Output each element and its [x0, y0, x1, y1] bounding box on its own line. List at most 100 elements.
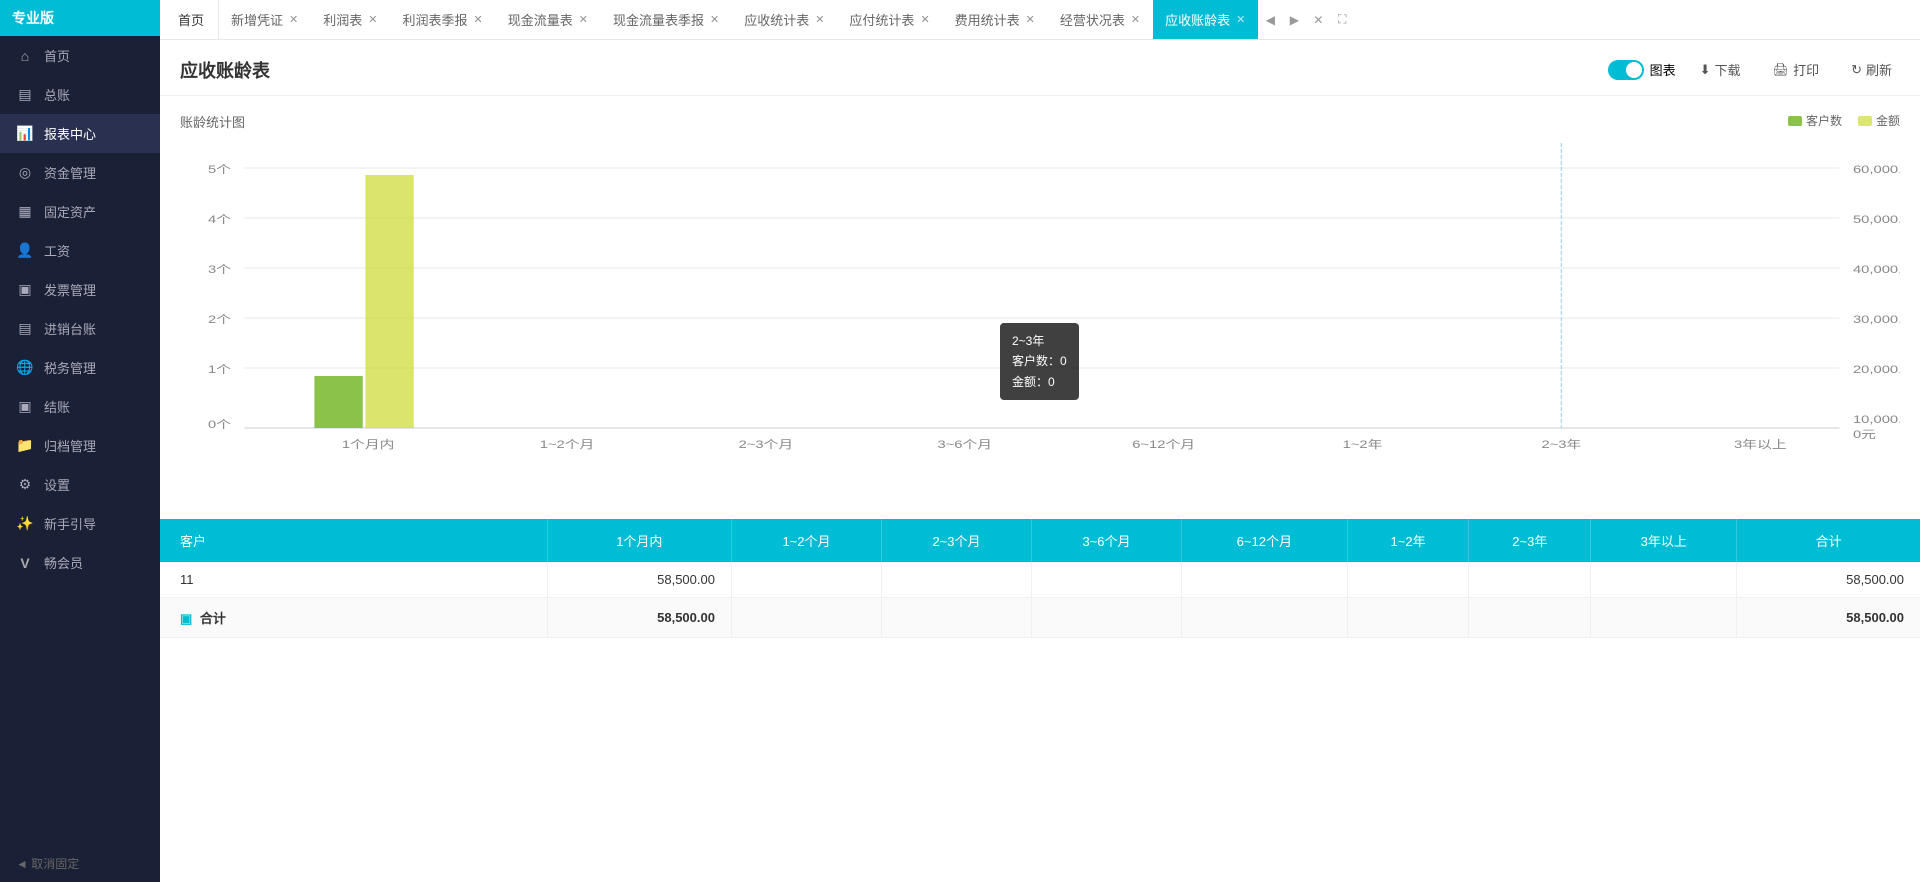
- col-month23: 2~3个月: [881, 519, 1031, 562]
- total-month1: 58,500.00: [547, 598, 731, 638]
- total-month23: [881, 598, 1031, 638]
- download-button[interactable]: ⬇ 下载: [1692, 56, 1749, 83]
- tab-cash-flow-quarterly[interactable]: 现金流量表季报 ✕: [601, 0, 732, 40]
- tab-close-icon[interactable]: ✕: [710, 13, 719, 26]
- payroll-icon: 👤: [16, 242, 34, 259]
- cell-month612: [1181, 562, 1347, 598]
- tab-close-icon[interactable]: ✕: [368, 13, 377, 26]
- legend-color-green: [1788, 116, 1802, 126]
- svg-text:1~2年: 1~2年: [1343, 438, 1383, 451]
- sidebar-item-fixed-assets[interactable]: ▦ 固定资产: [0, 192, 160, 231]
- chart-svg: 5个 4个 3个 2个 1个 0个 60,000.00元 50,000.00元 …: [180, 143, 1900, 503]
- total-total: 58,500.00: [1737, 598, 1920, 638]
- sidebar-item-tax-mgmt[interactable]: 🌐 税务管理: [0, 348, 160, 387]
- total-month612: [1181, 598, 1347, 638]
- table-header-row: 客户 1个月内 1~2个月 2~3个月 3~6个月 6~12个月 1~2年 2~…: [160, 519, 1920, 562]
- fixed-assets-icon: ▦: [16, 203, 34, 220]
- refresh-button[interactable]: ↻ 刷新: [1843, 56, 1900, 83]
- tab-ar-stats[interactable]: 应收统计表 ✕: [732, 0, 837, 40]
- purchase-sales-icon: ▤: [16, 320, 34, 337]
- table-total-row: ▣ 合计 58,500.00 58,500.00: [160, 598, 1920, 638]
- col-total: 合计: [1737, 519, 1920, 562]
- unpin-label: ◄ 取消固定: [16, 855, 79, 872]
- tab-close-icon[interactable]: ✕: [1026, 13, 1035, 26]
- tab-ar-aging[interactable]: 应收账龄表 ✕: [1153, 0, 1258, 40]
- refresh-label: 刷新: [1866, 60, 1892, 79]
- svg-text:4个: 4个: [208, 213, 231, 226]
- sidebar-item-beginner-guide[interactable]: ✨ 新手引导: [0, 504, 160, 543]
- sidebar-item-invoice-mgmt[interactable]: ▣ 发票管理: [0, 270, 160, 309]
- tab-expand[interactable]: ⛶: [1330, 0, 1354, 40]
- tab-close-icon[interactable]: ✕: [920, 13, 929, 26]
- col-year12: 1~2年: [1347, 519, 1469, 562]
- sidebar-item-label: 工资: [44, 241, 70, 260]
- tab-close-icon[interactable]: ✕: [474, 13, 483, 26]
- tab-close-all[interactable]: ✕: [1306, 0, 1330, 40]
- sidebar-item-payroll[interactable]: 👤 工资: [0, 231, 160, 270]
- legend-amount: 金额: [1858, 112, 1900, 129]
- sidebar-item-fund-mgmt[interactable]: ◎ 资金管理: [0, 153, 160, 192]
- total-label: ▣ 合计: [160, 598, 547, 638]
- sidebar-item-archive-mgmt[interactable]: 📁 归档管理: [0, 426, 160, 465]
- legend-label-amount: 金额: [1876, 112, 1900, 129]
- ledger-icon: ▤: [16, 86, 34, 103]
- tax-icon: 🌐: [16, 359, 34, 376]
- tab-nav-prev[interactable]: ◀: [1258, 0, 1282, 40]
- tab-new-voucher[interactable]: 新增凭证 ✕: [219, 0, 311, 40]
- report-icon: 📊: [16, 125, 34, 142]
- bar-count-1: [314, 376, 362, 428]
- chart-toggle[interactable]: 图表: [1608, 60, 1676, 80]
- tab-close-icon[interactable]: ✕: [1131, 13, 1140, 26]
- tab-business-status[interactable]: 经营状况表 ✕: [1048, 0, 1153, 40]
- col-month1: 1个月内: [547, 519, 731, 562]
- total-month36: [1031, 598, 1181, 638]
- tab-home[interactable]: 首页: [164, 0, 219, 40]
- sidebar-item-report-center[interactable]: 📊 报表中心: [0, 114, 160, 153]
- svg-text:3个: 3个: [208, 263, 231, 276]
- unpin-sidebar-button[interactable]: ◄ 取消固定: [0, 845, 160, 882]
- app-logo: 专业版: [0, 0, 160, 36]
- member-icon: V: [16, 555, 34, 571]
- sidebar-item-label: 发票管理: [44, 280, 96, 299]
- col-month612: 6~12个月: [1181, 519, 1347, 562]
- sidebar-item-home[interactable]: ⌂ 首页: [0, 36, 160, 75]
- tab-expense-stats[interactable]: 费用统计表 ✕: [943, 0, 1048, 40]
- sidebar-item-label: 畅会员: [44, 553, 83, 572]
- chart-title: 账龄统计图: [180, 112, 1900, 131]
- tab-close-icon[interactable]: ✕: [1236, 13, 1245, 26]
- sidebar-item-closing[interactable]: ▣ 结账: [0, 387, 160, 426]
- total-month12: [731, 598, 881, 638]
- tab-ap-stats[interactable]: 应付统计表 ✕: [837, 0, 942, 40]
- toggle-track: [1608, 60, 1644, 80]
- legend-label-count: 客户数: [1806, 112, 1842, 129]
- total-year12: [1347, 598, 1469, 638]
- sidebar-item-label: 报表中心: [44, 124, 96, 143]
- table-row: 11 58,500.00 58,500.00: [160, 562, 1920, 598]
- cell-month36: [1031, 562, 1181, 598]
- tab-close-icon[interactable]: ✕: [815, 13, 824, 26]
- toggle-thumb: [1626, 62, 1642, 78]
- sidebar-item-purchase-sales[interactable]: ▤ 进销台账: [0, 309, 160, 348]
- tab-profit-quarterly[interactable]: 利润表季报 ✕: [390, 0, 495, 40]
- cell-month23: [881, 562, 1031, 598]
- legend-customer-count: 客户数: [1788, 112, 1842, 129]
- download-icon: ⬇: [1700, 62, 1711, 78]
- col-month12: 1~2个月: [731, 519, 881, 562]
- tab-close-icon[interactable]: ✕: [579, 13, 588, 26]
- table-wrapper: 客户 1个月内 1~2个月 2~3个月 3~6个月 6~12个月 1~2年 2~…: [160, 519, 1920, 882]
- tab-nav-next[interactable]: ▶: [1282, 0, 1306, 40]
- sidebar-item-label: 税务管理: [44, 358, 96, 377]
- print-button[interactable]: 🖨 打印: [1765, 56, 1828, 83]
- sidebar-item-ledger[interactable]: ▤ 总账: [0, 75, 160, 114]
- sidebar-item-member[interactable]: V 畅会员: [0, 543, 160, 582]
- chart-area: 账龄统计图 客户数 金额 5个 4个 3个 2个: [160, 96, 1920, 519]
- sidebar: 专业版 ⌂ 首页 ▤ 总账 📊 报表中心 ◎ 资金管理 ▦ 固定资产 👤 工资 …: [0, 0, 160, 882]
- closing-icon: ▣: [16, 398, 34, 415]
- sidebar-item-settings[interactable]: ⚙ 设置: [0, 465, 160, 504]
- tab-cash-flow[interactable]: 现金流量表 ✕: [496, 0, 601, 40]
- tab-close-icon[interactable]: ✕: [289, 13, 298, 26]
- tab-profit[interactable]: 利润表 ✕: [311, 0, 390, 40]
- sidebar-item-label: 固定资产: [44, 202, 96, 221]
- sidebar-item-label: 首页: [44, 46, 70, 65]
- cell-year23: [1469, 562, 1591, 598]
